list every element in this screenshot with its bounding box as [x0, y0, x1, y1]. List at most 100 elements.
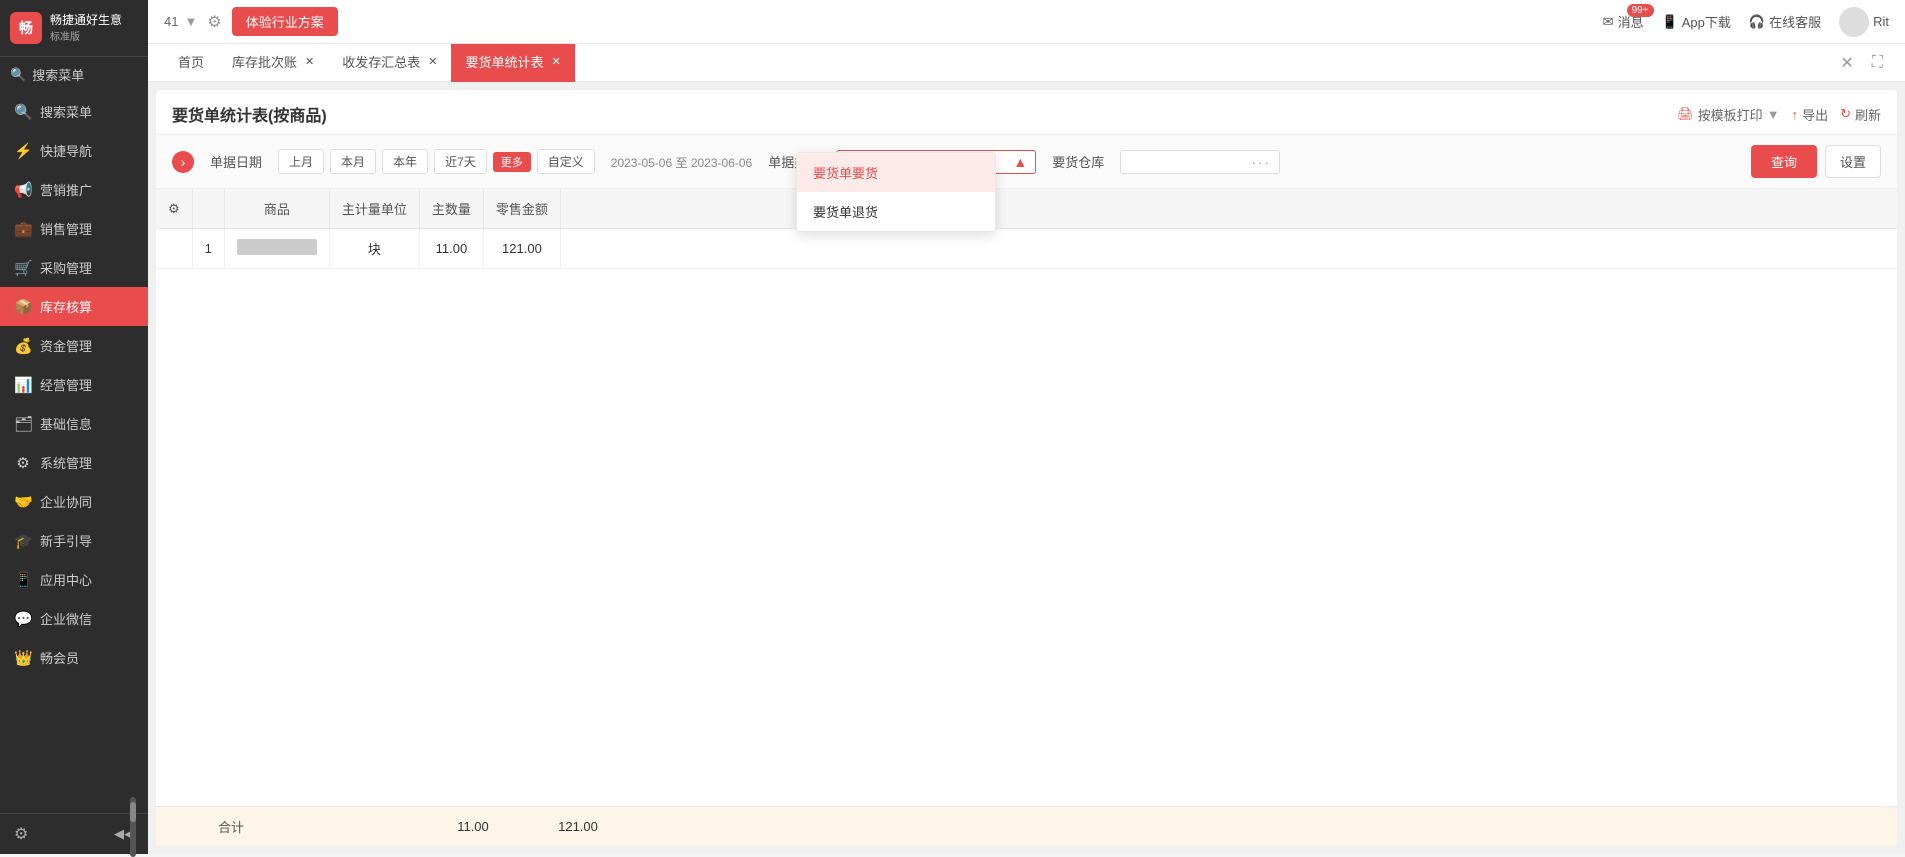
export-btn[interactable]: ↑ 导出: [1792, 105, 1829, 124]
sidebar-item-system[interactable]: ⚙系统管理: [0, 443, 148, 482]
sales-icon: 💼: [14, 220, 32, 238]
date-btn-custom[interactable]: 自定义: [537, 149, 595, 174]
service-item[interactable]: 🎧 在线客服: [1749, 12, 1821, 31]
guide-icon: 🎓: [14, 532, 32, 550]
sidebar-item-wechat[interactable]: 💬企业微信: [0, 599, 148, 638]
page-header: 要货单统计表(按商品) 🖨 按模板打印 ▼ ↑ 导出 ↻ 刷新: [156, 90, 1897, 135]
warehouse-filter-input[interactable]: ···: [1120, 150, 1280, 174]
logo-title: 畅捷通好生意: [50, 13, 122, 29]
sidebar-search[interactable]: 🔍 搜索菜单: [0, 57, 148, 92]
tab-close-all-icon[interactable]: ✕: [1834, 51, 1859, 75]
quick-nav-icon: ⚡: [14, 142, 32, 160]
tab-close-receivable-summary[interactable]: ✕: [428, 55, 437, 68]
tab-receivable-summary[interactable]: 收发存汇总表 ✕: [328, 44, 451, 82]
tab-close-inventory-batch[interactable]: ✕: [305, 55, 314, 68]
scroll-track: [130, 797, 136, 857]
date-btn-this-year[interactable]: 本年: [382, 149, 428, 174]
print-dropdown-icon: ▼: [1767, 107, 1780, 122]
app-download-item[interactable]: 📱 App下载: [1662, 12, 1731, 31]
sidebar-item-purchase[interactable]: 🛒采购管理: [0, 248, 148, 287]
footer-total-quantity: 11.00: [408, 819, 538, 834]
sidebar-item-inventory[interactable]: 📦库存核算: [0, 287, 148, 326]
sidebar-item-operation[interactable]: 📊经营管理: [0, 365, 148, 404]
type-dropdown-chevron[interactable]: ▲: [1013, 154, 1027, 170]
tab-label-home: 首页: [178, 52, 204, 71]
sidebar-label-sales: 销售管理: [40, 219, 92, 238]
table-area: ⚙ 商品 主计量单位 主数量 零售金额 1 块 11.00 121.00: [156, 189, 1897, 806]
row-amount-cell: 121.00: [483, 229, 560, 269]
print-label: 按模板打印: [1698, 105, 1763, 124]
warehouse-dots-icon[interactable]: ···: [1251, 154, 1271, 170]
filter-expand-btn[interactable]: ›: [172, 151, 194, 173]
type-dropdown-menu: 要货单要货 要货单退货: [796, 152, 996, 232]
operation-icon: 📊: [14, 376, 32, 394]
tab-expand-icon[interactable]: ⛶: [1866, 52, 1889, 74]
search-icon: 🔍: [14, 103, 32, 121]
topbar-gear-icon[interactable]: ⚙: [207, 12, 221, 32]
purchase-icon: 🛒: [14, 259, 32, 277]
date-btn-more[interactable]: 更多: [493, 152, 531, 172]
table-body: 1 块 11.00 121.00: [156, 229, 1897, 269]
table-row: 1 块 11.00 121.00: [156, 229, 1897, 269]
dropdown-item-0[interactable]: 要货单要货: [797, 153, 995, 192]
date-filter-label: 单据日期: [210, 152, 262, 171]
sidebar-item-search[interactable]: 🔍搜索菜单: [0, 92, 148, 131]
sidebar-logo: 畅 畅捷通好生意 标准版: [0, 0, 148, 57]
message-item[interactable]: ✉ 消息 99+: [1603, 12, 1644, 31]
store-selector[interactable]: 41 ▼: [164, 14, 197, 29]
row-unit-cell: 块: [329, 229, 419, 269]
message-badge: 99+: [1627, 4, 1654, 17]
tabs-container: 首页库存批次账 ✕收发存汇总表 ✕要货单统计表 ✕: [164, 44, 575, 82]
sidebar-item-finance[interactable]: 💰 资金管理: [0, 326, 148, 365]
sidebar-item-appstore[interactable]: 📱 应用中心: [0, 560, 148, 599]
sidebar-label-member: 畅会员: [40, 648, 79, 667]
col-settings[interactable]: ⚙: [156, 189, 192, 229]
sidebar-item-quick-nav[interactable]: ⚡快捷导航: [0, 131, 148, 170]
tab-inventory-batch[interactable]: 库存批次账 ✕: [218, 44, 328, 82]
print-btn[interactable]: 🖨 按模板打印 ▼: [1677, 105, 1779, 124]
col-extra: [560, 189, 1897, 229]
sidebar-label-finance: 资金管理: [40, 336, 92, 355]
sidebar-label-inventory: 库存核算: [40, 297, 92, 316]
sidebar-settings-icon[interactable]: ⚙: [14, 824, 28, 844]
appstore-icon: 📱: [14, 571, 32, 589]
sidebar-item-member[interactable]: 👑畅会员: [0, 638, 148, 677]
sidebar-item-guide[interactable]: 🎓 新手引导: [0, 521, 148, 560]
page-actions: 🖨 按模板打印 ▼ ↑ 导出 ↻ 刷新: [1677, 105, 1881, 124]
tab-order-stats[interactable]: 要货单统计表 ✕: [451, 44, 574, 82]
sidebar-label-guide: 新手引导: [40, 531, 92, 550]
table-footer: 合计 11.00 121.00: [156, 806, 1897, 846]
footer-total-amount: 121.00: [538, 819, 618, 834]
print-icon: 🖨: [1677, 106, 1694, 122]
store-number-label: 41: [164, 14, 178, 29]
date-btn-7days[interactable]: 近7天: [434, 149, 487, 174]
system-icon: ⚙: [14, 454, 32, 472]
refresh-btn[interactable]: ↻ 刷新: [1840, 105, 1881, 124]
row-product-cell: [224, 229, 329, 269]
filter-settings-button[interactable]: 设置: [1825, 145, 1881, 178]
date-btn-last-month[interactable]: 上月: [278, 149, 324, 174]
tab-close-order-stats[interactable]: ✕: [552, 55, 561, 68]
date-btn-this-month[interactable]: 本月: [330, 149, 376, 174]
sidebar-items: 🔍搜索菜单⚡快捷导航 📢 营销推广 💼 销售管理 🛒采购管理📦库存核算 💰 资金管理 📊经营管理…: [0, 92, 148, 677]
sidebar-item-marketing[interactable]: 📢 营销推广: [0, 170, 148, 209]
marketing-icon: 📢: [14, 181, 32, 199]
dropdown-item-1[interactable]: 要货单退货: [797, 192, 995, 231]
user-item[interactable]: Rit: [1839, 7, 1889, 37]
trial-button[interactable]: 体验行业方案: [232, 7, 338, 36]
query-button[interactable]: 查询: [1751, 145, 1817, 178]
sidebar-item-sales[interactable]: 💼 销售管理: [0, 209, 148, 248]
filter-buttons: 查询 设置: [1751, 145, 1881, 178]
sidebar-label-marketing: 营销推广: [40, 180, 92, 199]
col-quantity: 主数量: [419, 189, 483, 229]
message-icon: ✉: [1603, 14, 1614, 30]
sidebar-item-basic[interactable]: 🗂基础信息: [0, 404, 148, 443]
finance-icon: 💰: [14, 337, 32, 355]
row-index-cell: 1: [192, 229, 224, 269]
sidebar-label-appstore: 应用中心: [40, 570, 92, 589]
enterprise-icon: 🤝: [14, 493, 32, 511]
sidebar-item-enterprise[interactable]: 🤝企业协同: [0, 482, 148, 521]
user-avatar: [1839, 7, 1869, 37]
tab-home[interactable]: 首页: [164, 44, 218, 82]
row-extra-cell: [560, 229, 1897, 269]
